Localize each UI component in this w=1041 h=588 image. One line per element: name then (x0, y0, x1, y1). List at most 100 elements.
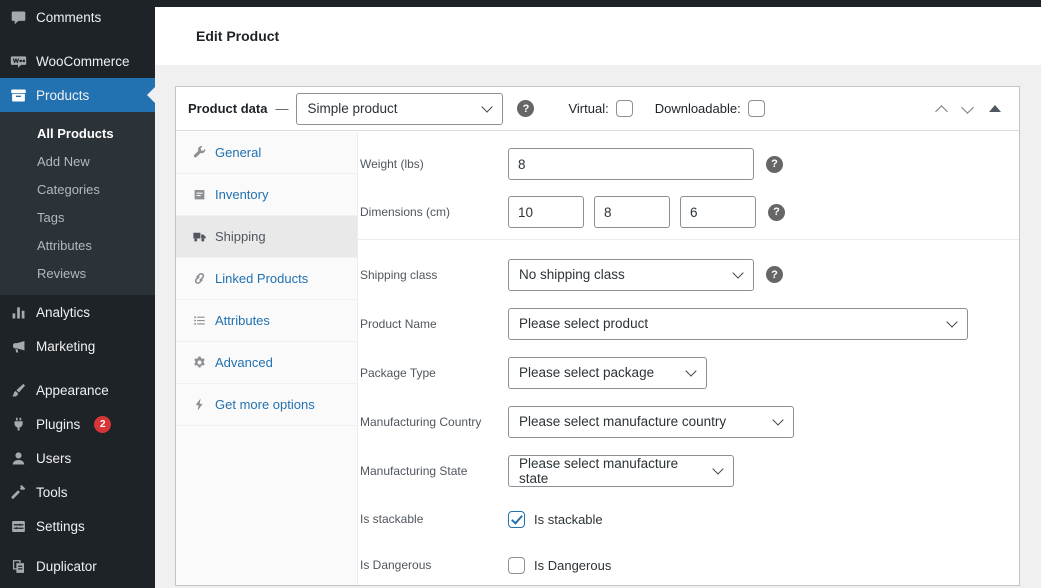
sidebar-separator (0, 34, 155, 44)
width-input[interactable] (594, 196, 670, 228)
current-menu-arrow (139, 87, 155, 103)
shipping-class-select[interactable]: No shipping class (508, 258, 754, 291)
sidebar-item-label: Users (36, 450, 72, 466)
is-dangerous-checkbox[interactable] (508, 556, 525, 574)
sidebar-item-woocommerce[interactable]: WooCommerce (0, 44, 155, 78)
submenu-item-label: Reviews (37, 265, 87, 281)
submenu-item-all-products[interactable]: All Products (0, 119, 155, 147)
plug-icon (9, 415, 28, 434)
sidebar-item-label: Tools (36, 484, 68, 500)
tab-label: Advanced (215, 355, 273, 370)
weight-input[interactable] (508, 148, 754, 180)
sidebar-item-label: Settings (36, 518, 85, 534)
panel-title: Product data (188, 101, 268, 116)
chevron-down-icon[interactable] (961, 100, 974, 114)
submenu-item-tags[interactable]: Tags (0, 203, 155, 231)
dimensions-label: Dimensions (cm) (360, 205, 451, 219)
wordpress-admin: Comments WooCommerce Products All Produc… (0, 0, 1041, 588)
manufacturing-country-label: Manufacturing Country (360, 414, 482, 429)
length-input[interactable] (508, 196, 584, 228)
tab-shipping[interactable]: Shipping (176, 216, 357, 258)
tab-label: Get more options (215, 397, 315, 412)
is-stackable-row: Is stackable Is stackable (358, 495, 1019, 543)
height-input[interactable] (680, 196, 756, 228)
admin-content: Edit Product Product data — Simple produ… (155, 0, 1041, 588)
product-name-row: Product Name Please select product (358, 299, 1019, 348)
manufacturing-country-row: Manufacturing Country Please select manu… (358, 397, 1019, 446)
sidebar-item-duplicator[interactable]: Duplicator (0, 549, 155, 583)
tab-label: Shipping (215, 229, 266, 244)
toggle-panel-icon[interactable] (989, 105, 1001, 112)
product-name-select[interactable]: Please select product (508, 307, 968, 340)
is-stackable-checkbox[interactable] (508, 510, 525, 528)
tab-get-more-options[interactable]: Get more options (176, 384, 357, 426)
tab-label: Attributes (215, 313, 270, 328)
paintbrush-icon (9, 381, 28, 400)
tab-attributes[interactable]: Attributes (176, 300, 357, 342)
sidebar-item-label: Marketing (36, 338, 96, 354)
tab-general[interactable]: General (176, 132, 357, 174)
sidebar-item-tools[interactable]: Tools (0, 475, 155, 509)
submenu-item-label: Add New (37, 153, 90, 169)
panel-title-dash: — (275, 101, 289, 116)
sidebar-separator (0, 363, 155, 373)
shipping-class-label: Shipping class (360, 267, 438, 282)
package-type-select[interactable]: Please select package (508, 356, 707, 389)
package-type-label: Package Type (360, 365, 436, 380)
package-type-value: Please select package (519, 365, 655, 380)
link-icon (192, 271, 207, 286)
shipping-options-group: Shipping class No shipping class ? Produ… (358, 240, 1019, 585)
downloadable-checkbox[interactable] (747, 100, 765, 117)
help-icon[interactable]: ? (517, 100, 535, 117)
product-data-body: General Inventory Shipping Linked Produc… (176, 132, 1019, 585)
sidebar-item-label: Comments (36, 9, 102, 25)
sidebar-item-appearance[interactable]: Appearance (0, 373, 155, 407)
product-name-label: Product Name (360, 316, 437, 331)
sidebar-item-comments[interactable]: Comments (0, 0, 155, 34)
manufacturing-country-select[interactable]: Please select manufacture country (508, 405, 794, 438)
product-data-panel: Product data — Simple product ? Virtual:… (175, 86, 1020, 586)
plugins-count-badge: 2 (94, 415, 112, 433)
wrench-icon (192, 145, 207, 160)
shipping-fields: Weight (lbs) ? Dimensions (cm) ? (358, 132, 1019, 585)
manufacturing-state-select[interactable]: Please select manufacture state (508, 454, 734, 487)
admin-sidebar: Comments WooCommerce Products All Produc… (0, 0, 155, 588)
comments-icon (9, 8, 28, 27)
sidebar-item-products[interactable]: Products (0, 78, 155, 112)
product-type-select[interactable]: Simple product (296, 92, 504, 125)
downloadable-label: Downloadable: (654, 101, 741, 116)
tab-inventory[interactable]: Inventory (176, 174, 357, 216)
virtual-checkbox[interactable] (615, 100, 633, 117)
submenu-item-attributes[interactable]: Attributes (0, 231, 155, 259)
dimensions-field-row: Dimensions (cm) ? (358, 188, 1019, 236)
sidebar-item-settings[interactable]: Settings (0, 509, 155, 543)
help-icon[interactable]: ? (766, 155, 783, 173)
manufacturing-state-label: Manufacturing State (360, 463, 468, 478)
is-dangerous-checkbox-label: Is Dangerous (534, 557, 612, 573)
submenu-item-reviews[interactable]: Reviews (0, 259, 155, 287)
submenu-item-label: Categories (37, 181, 100, 197)
help-icon[interactable]: ? (768, 203, 785, 221)
products-submenu: All Products Add New Categories Tags Att… (0, 112, 155, 295)
sidebar-item-marketing[interactable]: Marketing (0, 329, 155, 363)
sidebar-item-label: Plugins (36, 416, 81, 432)
package-type-row: Package Type Please select package (358, 348, 1019, 397)
hammer-icon (9, 483, 28, 502)
tab-linked-products[interactable]: Linked Products (176, 258, 357, 300)
products-box-icon (9, 86, 28, 105)
product-name-value: Please select product (519, 316, 649, 331)
submenu-item-categories[interactable]: Categories (0, 175, 155, 203)
help-icon[interactable]: ? (766, 266, 783, 283)
sidebar-item-plugins[interactable]: Plugins 2 (0, 407, 155, 441)
tab-advanced[interactable]: Advanced (176, 342, 357, 384)
tab-label: General (215, 145, 262, 160)
chevron-up-icon[interactable] (935, 104, 948, 118)
sidebar-item-users[interactable]: Users (0, 441, 155, 475)
sidebar-item-label: Appearance (36, 382, 109, 398)
sidebar-item-analytics[interactable]: Analytics (0, 295, 155, 329)
list-icon (192, 313, 207, 328)
submenu-item-add-new[interactable]: Add New (0, 147, 155, 175)
product-type-value: Simple product (307, 101, 398, 116)
user-icon (9, 449, 28, 468)
product-data-header: Product data — Simple product ? Virtual:… (176, 87, 1019, 131)
